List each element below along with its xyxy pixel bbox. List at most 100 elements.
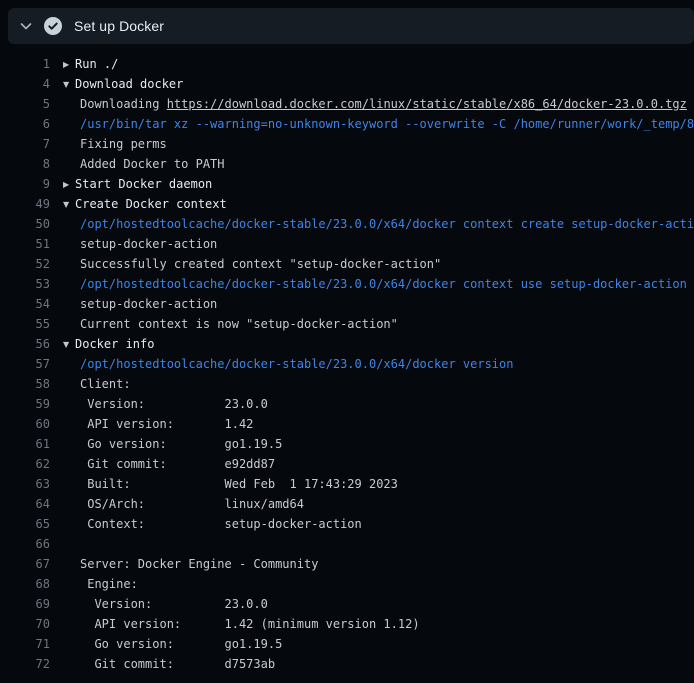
line-number[interactable]: 1 [0,54,50,74]
line-number[interactable]: 53 [0,274,50,294]
line-number[interactable]: 62 [0,454,50,474]
log-text: /opt/hostedtoolcache/docker-stable/23.0.… [80,214,694,234]
log-text: /opt/hostedtoolcache/docker-stable/23.0.… [80,274,687,294]
line-number[interactable]: 71 [0,634,50,654]
triangle-down-icon[interactable]: ▼ [63,335,75,354]
chevron-down-icon[interactable] [18,18,34,34]
log-text: Git commit: d7573ab [80,654,275,674]
line-number[interactable]: 54 [0,294,50,314]
group-title: Start Docker daemon [75,177,212,191]
log-row: 56 ▼Docker info [0,334,694,354]
group-title: Create Docker context [75,197,227,211]
log-link[interactable]: https://download.docker.com/linux/static… [167,97,687,111]
log-text: Engine: [80,574,138,594]
line-number[interactable]: 69 [0,594,50,614]
line-number[interactable]: 66 [0,534,50,554]
log-text: API version: 1.42 [80,414,253,434]
log-group-header[interactable]: ▼Download docker [63,74,183,94]
log-text: Fixing perms [80,134,167,154]
log-text: Client: [80,374,131,394]
log-row: 4 ▼Download docker [0,74,694,94]
line-number[interactable]: 58 [0,374,50,394]
log-text: Context: setup-docker-action [80,514,362,534]
log-row: 66 [0,534,694,554]
line-number[interactable]: 64 [0,494,50,514]
step-title: Set up Docker [74,18,164,34]
log-row: 68 Engine: [0,574,694,594]
log-row: 51 setup-docker-action [0,234,694,254]
line-number[interactable]: 56 [0,334,50,354]
log-row: 65 Context: setup-docker-action [0,514,694,534]
log-text: Downloading https://download.docker.com/… [80,94,687,114]
log-text: /usr/bin/tar xz --warning=no-unknown-key… [80,114,694,134]
log-row: 1 ▶Run ./ [0,54,694,74]
log-row: 63 Built: Wed Feb 1 17:43:29 2023 [0,474,694,494]
log-group-header[interactable]: ▼Create Docker context [63,194,227,214]
log-row: 62 Git commit: e92dd87 [0,454,694,474]
log-row: 6/usr/bin/tar xz --warning=no-unknown-ke… [0,114,694,134]
line-number[interactable]: 5 [0,94,50,114]
log-text: Server: Docker Engine - Community [80,554,318,574]
step-header[interactable]: Set up Docker [8,8,694,44]
line-number[interactable]: 52 [0,254,50,274]
line-number[interactable]: 59 [0,394,50,414]
log-row: 60 API version: 1.42 [0,414,694,434]
line-number[interactable]: 57 [0,354,50,374]
log-text: Version: 23.0.0 [80,394,268,414]
log-row: 64 OS/Arch: linux/amd64 [0,494,694,514]
line-number[interactable]: 49 [0,194,50,214]
log-row: 70 API version: 1.42 (minimum version 1.… [0,614,694,634]
log-row: 50/opt/hostedtoolcache/docker-stable/23.… [0,214,694,234]
triangle-down-icon[interactable]: ▼ [63,195,75,214]
triangle-down-icon[interactable]: ▼ [63,75,75,94]
line-number[interactable]: 68 [0,574,50,594]
line-number[interactable]: 4 [0,74,50,94]
line-number[interactable]: 7 [0,134,50,154]
line-number[interactable]: 55 [0,314,50,334]
log-row: 49 ▼Create Docker context [0,194,694,214]
log-row: 57/opt/hostedtoolcache/docker-stable/23.… [0,354,694,374]
line-number[interactable]: 61 [0,434,50,454]
log-text: Successfully created context "setup-dock… [80,254,441,274]
log-text: setup-docker-action [80,294,217,314]
log-text: Built: Wed Feb 1 17:43:29 2023 [80,474,398,494]
log-row: 72 Git commit: d7573ab [0,654,694,674]
log-text: setup-docker-action [80,234,217,254]
line-number[interactable]: 8 [0,154,50,174]
line-number[interactable]: 65 [0,514,50,534]
log-text: Go version: go1.19.5 [80,434,282,454]
line-number[interactable]: 70 [0,614,50,634]
line-number[interactable]: 50 [0,214,50,234]
log-row: 67 Server: Docker Engine - Community [0,554,694,574]
log-group-header[interactable]: ▶Run ./ [63,54,118,74]
line-number[interactable]: 9 [0,174,50,194]
line-number[interactable]: 60 [0,414,50,434]
log-text: OS/Arch: linux/amd64 [80,494,304,514]
log-row: 54 setup-docker-action [0,294,694,314]
group-title: Download docker [75,77,183,91]
log-text: Git commit: e92dd87 [80,454,275,474]
group-title: Run ./ [75,57,118,71]
triangle-right-icon[interactable]: ▶ [63,175,75,194]
log-row: 52 Successfully created context "setup-do… [0,254,694,274]
log-text: Go version: go1.19.5 [80,634,282,654]
line-number[interactable]: 51 [0,234,50,254]
line-number[interactable]: 72 [0,654,50,674]
log-row: 69 Version: 23.0.0 [0,594,694,614]
log-group-header[interactable]: ▼Docker info [63,334,154,354]
line-number[interactable]: 67 [0,554,50,574]
line-number[interactable]: 6 [0,114,50,134]
triangle-right-icon[interactable]: ▶ [63,55,75,74]
log-row: 55Current context is now "setup-docker-a… [0,314,694,334]
log-viewer: 1▶Run ./4▼Download docker5Downloading ht… [0,44,694,674]
log-text: Added Docker to PATH [80,154,225,174]
log-row: 9 ▶Start Docker daemon [0,174,694,194]
log-row: 7 Fixing perms [0,134,694,154]
log-text: /opt/hostedtoolcache/docker-stable/23.0.… [80,354,513,374]
log-row: 8 Added Docker to PATH [0,154,694,174]
log-row: 71 Go version: go1.19.5 [0,634,694,654]
log-group-header[interactable]: ▶Start Docker daemon [63,174,212,194]
line-number[interactable]: 63 [0,474,50,494]
log-text: Version: 23.0.0 [80,594,268,614]
check-circle-icon [44,17,62,35]
